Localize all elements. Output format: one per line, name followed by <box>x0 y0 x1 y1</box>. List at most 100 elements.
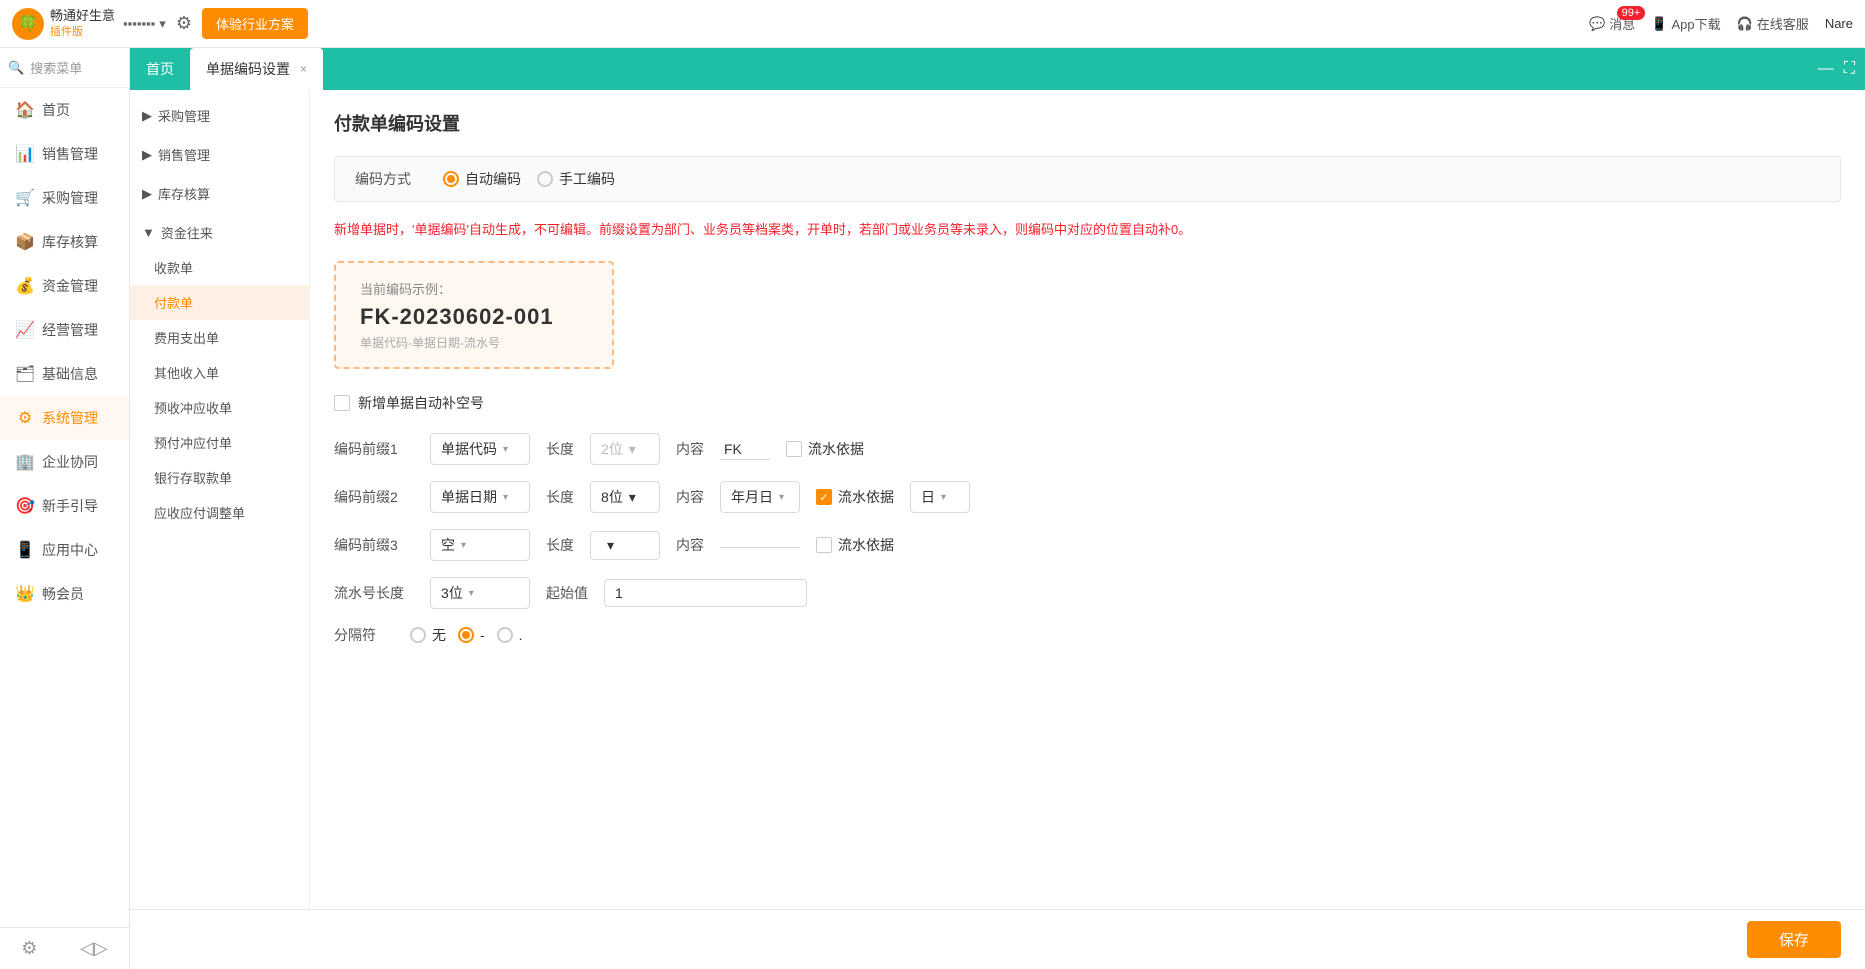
length-2-arrow-icon: ▾ <box>629 489 636 506</box>
tab-close-icon[interactable]: × <box>300 62 307 76</box>
message-icon: 💬 <box>1589 16 1605 32</box>
sep-none-radio[interactable]: 无 <box>410 625 446 645</box>
sidebar-item-basic[interactable]: 🗂 基础信息 <box>0 352 129 396</box>
save-button[interactable]: 保存 <box>1747 921 1841 958</box>
sidebar-item-label: 新手引导 <box>42 496 98 516</box>
length-1-select[interactable]: 2位 ▾ <box>590 433 660 465</box>
start-value-input[interactable] <box>604 579 807 607</box>
app-download-icon: 📱 <box>1651 16 1667 32</box>
sub-nav-group-sales-title[interactable]: ▶ 销售管理 <box>130 137 309 172</box>
sub-nav-item-receipt[interactable]: 收款单 <box>130 250 309 285</box>
stream-1-checkbox-box <box>786 441 802 457</box>
search-menu[interactable]: 🔍 搜索菜单 <box>0 48 129 88</box>
sidebar-item-label: 首页 <box>42 100 70 120</box>
sub-nav-item-other-income[interactable]: 其他收入单 <box>130 355 309 390</box>
maximize-icon[interactable]: ⛶ <box>1844 60 1855 78</box>
sidebar-item-system[interactable]: ⚙ 系统管理 <box>0 396 129 440</box>
prefix-3-select[interactable]: 空 ▾ <box>430 529 530 561</box>
manual-code-radio[interactable]: 手工编码 <box>537 169 615 189</box>
app-sub: 插件版 <box>50 25 115 39</box>
sub-nav-group-purchase-title[interactable]: ▶ 采购管理 <box>130 98 309 133</box>
stream-3-label: 流水依据 <box>838 535 894 555</box>
stream-3-checkbox[interactable]: 流水依据 <box>816 535 894 555</box>
stream-2-checkbox-box: ✓ <box>816 489 832 505</box>
tab-home[interactable]: 首页 <box>130 48 190 90</box>
sub-nav-group-capital-title[interactable]: ▼ 资金往来 <box>130 215 309 250</box>
serial-length-value: 3位 <box>441 583 463 603</box>
content-3-value <box>720 543 800 548</box>
tab-encoding[interactable]: 单据编码设置 × <box>190 48 323 90</box>
serial-label: 流水号长度 <box>334 583 414 603</box>
sidebar-item-apps[interactable]: 📱 应用中心 <box>0 528 129 572</box>
collapse-icon[interactable]: ◁▷ <box>80 938 108 959</box>
sidebar-item-home[interactable]: 🏠 首页 <box>0 88 129 132</box>
prefix-1-select[interactable]: 单据代码 ▾ <box>430 433 530 465</box>
sep-dash-radio[interactable]: - <box>458 627 485 643</box>
user-info[interactable]: Nare <box>1825 16 1853 31</box>
expand-arrow-icon: ▼ <box>142 225 155 240</box>
sidebar-item-purchase[interactable]: 🛒 采购管理 <box>0 176 129 220</box>
autofill-label: 新增单据自动补空号 <box>358 393 484 413</box>
sidebar-item-finance[interactable]: 💰 资金管理 <box>0 264 129 308</box>
sub-nav-group-label: 销售管理 <box>158 145 210 164</box>
sub-nav-item-payment[interactable]: 付款单 <box>130 285 309 320</box>
messages-btn[interactable]: 💬 消息 99+ <box>1589 14 1635 33</box>
sidebar-item-newbie[interactable]: 🎯 新手引导 <box>0 484 129 528</box>
sidebar-item-label: 库存核算 <box>42 232 98 252</box>
period-2-select[interactable]: 日 ▾ <box>910 481 970 513</box>
search-icon: 🔍 <box>8 60 24 76</box>
content-2-select[interactable]: 年月日 ▾ <box>720 481 800 513</box>
messages-badge: 99+ <box>1617 6 1646 20</box>
sub-nav-group-label: 资金往来 <box>161 223 213 242</box>
serial-length-select[interactable]: 3位 ▾ <box>430 577 530 609</box>
minimize-icon[interactable]: — <box>1818 60 1834 78</box>
app-download-btn[interactable]: 📱 App下载 <box>1651 14 1720 33</box>
prefix-3-arrow-icon: ▾ <box>461 540 466 551</box>
sep-dash-label: - <box>480 627 485 643</box>
topbar: 🍀 畅通好生意 插件版 ▪▪▪▪▪▪▪ ▾ ⚙ 体验行业方案 💬 消息 99+ … <box>0 0 1865 48</box>
auto-code-radio-circle <box>443 171 459 187</box>
sub-nav-group-inventory: ▶ 库存核算 <box>130 176 309 211</box>
online-service-label: 在线客服 <box>1757 14 1809 33</box>
settings-icon[interactable]: ⚙ <box>176 13 192 34</box>
content-2-label: 内容 <box>676 487 704 507</box>
length-3-select[interactable]: ▾ <box>590 531 660 560</box>
sub-nav-item-prepay-pay[interactable]: 预付冲应付单 <box>130 425 309 460</box>
info-text: 新增单据时，'单据编码'自动生成，不可编辑。前缀设置为部门、业务员等档案类，开单… <box>334 218 1841 241</box>
sidebar-item-operations[interactable]: 📈 经营管理 <box>0 308 129 352</box>
logo-area: 🍀 畅通好生意 插件版 <box>12 8 115 40</box>
trial-button[interactable]: 体验行业方案 <box>202 8 308 39</box>
length-3-arrow-icon: ▾ <box>607 537 614 554</box>
tab-bar-actions: — ⛶ <box>1808 60 1865 78</box>
sub-nav-group-inventory-title[interactable]: ▶ 库存核算 <box>130 176 309 211</box>
sub-nav-item-prepay-receive[interactable]: 预收冲应收单 <box>130 390 309 425</box>
auto-code-radio[interactable]: 自动编码 <box>443 169 521 189</box>
sub-nav-item-bank-deposit[interactable]: 银行存取款单 <box>130 460 309 495</box>
sub-nav-item-expense[interactable]: 费用支出单 <box>130 320 309 355</box>
length-2-value: 8位 <box>601 487 623 507</box>
sidebar-item-label: 销售管理 <box>42 144 98 164</box>
prefix-2-value: 单据日期 <box>441 487 497 507</box>
stream-1-checkbox[interactable]: 流水依据 <box>786 439 864 459</box>
sub-nav-item-ap-adjust[interactable]: 应收应付调整单 <box>130 495 309 530</box>
sidebar-item-label: 经营管理 <box>42 320 98 340</box>
length-2-select[interactable]: 8位 ▾ <box>590 481 660 513</box>
system-icon: ⚙ <box>16 409 34 427</box>
sidebar-item-enterprise[interactable]: 🏢 企业协同 <box>0 440 129 484</box>
sidebar-item-member[interactable]: 👑 畅会员 <box>0 572 129 616</box>
sidebar-item-sales[interactable]: 📊 销售管理 <box>0 132 129 176</box>
prefix-1-value: 单据代码 <box>441 439 497 459</box>
sep-dot-radio[interactable]: . <box>497 627 523 643</box>
length-1-label: 长度 <box>546 439 574 459</box>
sidebar-item-inventory[interactable]: 📦 库存核算 <box>0 220 129 264</box>
autofill-checkbox[interactable] <box>334 395 350 411</box>
stream-2-checkbox[interactable]: ✓ 流水依据 <box>816 487 894 507</box>
dropdown-arrow-icon: ▾ <box>159 16 166 32</box>
company-dropdown[interactable]: ▪▪▪▪▪▪▪ ▾ <box>123 16 166 32</box>
enterprise-icon: 🏢 <box>16 453 34 471</box>
settings-bottom-icon[interactable]: ⚙ <box>21 938 37 959</box>
prefix-2-select[interactable]: 单据日期 ▾ <box>430 481 530 513</box>
online-service-btn[interactable]: 🎧 在线客服 <box>1737 14 1809 33</box>
topbar-right: 💬 消息 99+ 📱 App下载 🎧 在线客服 Nare <box>1589 14 1853 33</box>
topbar-controls: ▪▪▪▪▪▪▪ ▾ ⚙ 体验行业方案 <box>123 8 308 39</box>
